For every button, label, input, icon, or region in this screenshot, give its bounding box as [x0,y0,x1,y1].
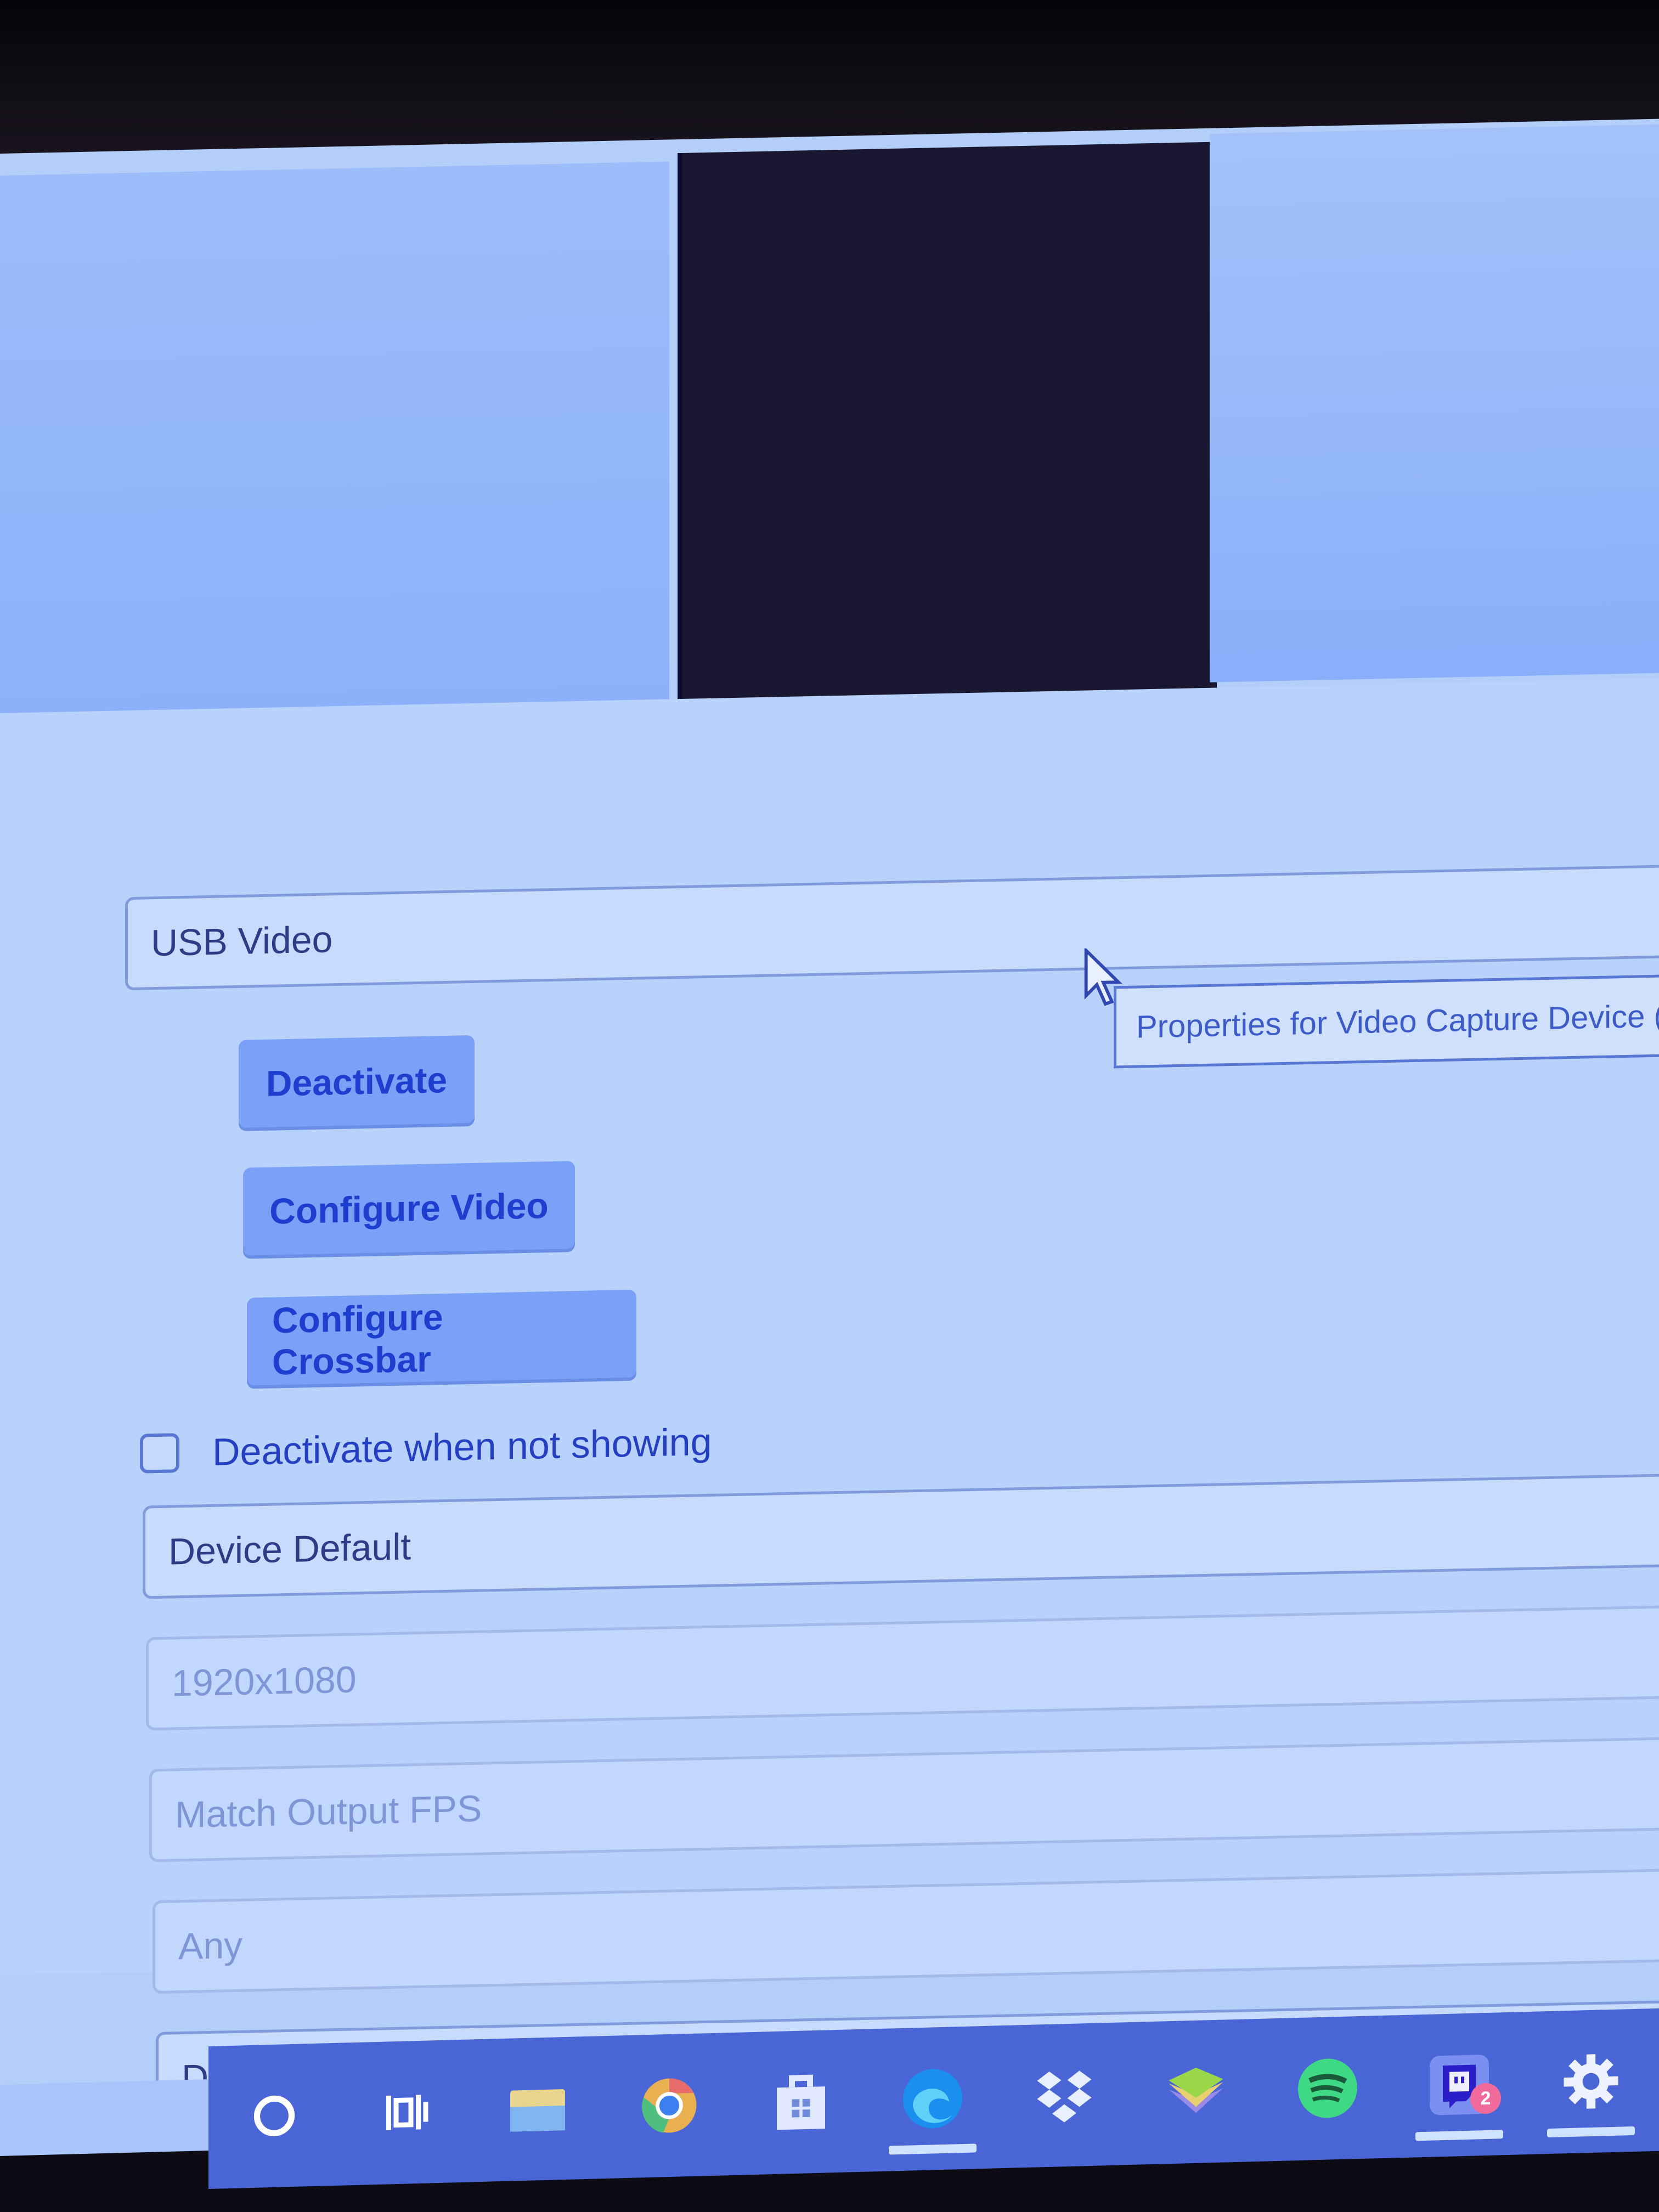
taskbar-file-explorer[interactable] [472,2052,603,2165]
store-icon [777,2074,825,2130]
deactivate-when-not-showing-checkbox[interactable] [140,1433,179,1474]
dropbox-icon [1037,2070,1092,2123]
taskbar-dropbox[interactable] [998,2039,1130,2152]
layers-icon [1169,2067,1223,2113]
chrome-icon [642,2078,697,2133]
preview-pane-left [0,161,669,725]
cortana-circle-icon [253,2095,295,2136]
edge-icon [903,2069,962,2129]
taskbar-settings[interactable] [1525,2025,1657,2138]
active-indicator [1547,2126,1635,2138]
deactivate-button[interactable]: Deactivate [239,1035,475,1128]
deactivate-when-not-showing-row[interactable]: Deactivate when not showing [140,1420,712,1476]
configure-crossbar-button-label: Configure Crossbar [272,1296,443,1383]
tooltip-text: Properties for Video Capture Device ( [1136,997,1659,1045]
deactivate-when-not-showing-label: Deactivate when not showing [212,1420,712,1474]
video-format-value: Any [178,1924,243,1968]
tooltip: Properties for Video Capture Device ( [1114,973,1659,1069]
notification-badge: 2 [1470,2083,1501,2114]
taskbar-chrome[interactable] [603,2049,735,2162]
taskbar-edge[interactable] [867,2042,998,2155]
resolution-type-value: Device Default [168,1526,411,1573]
taskbar-store[interactable] [735,2046,867,2159]
folder-icon [510,2089,565,2132]
taskbar-task-view[interactable] [340,2056,472,2169]
resolution-type-select[interactable]: Device Default [143,1472,1659,1599]
taskbar-spotify[interactable] [1262,2032,1393,2145]
fps-value: Match Output FPS [175,1787,482,1836]
task-view-icon [386,2095,428,2131]
taskbar-twitch[interactable]: 2 [1393,2028,1525,2141]
spotify-icon [1298,2058,1357,2118]
deactivate-button-label: Deactivate [266,1059,448,1104]
preview-pane-right [1210,124,1659,682]
gear-icon [1564,2054,1618,2109]
active-indicator [1415,2130,1503,2141]
screen: USB Video Deactivate Configure Video Con… [0,119,1659,2140]
video-format-select[interactable]: Any [153,1867,1659,1994]
preview-pane-center [678,142,1217,702]
configure-video-button-label: Configure Video [269,1185,549,1232]
resolution-value: 1920x1080 [172,1658,357,1705]
device-select-value: USB Video [151,918,333,964]
resolution-input[interactable]: 1920x1080 [146,1604,1659,1731]
properties-panel: USB Video Deactivate Configure Video Con… [0,678,1659,2126]
active-indicator [889,2143,977,2155]
fps-select[interactable]: Match Output FPS [149,1735,1659,1863]
taskbar-search[interactable] [208,2059,340,2172]
configure-crossbar-button[interactable]: Configure Crossbar [247,1289,636,1386]
configure-video-button[interactable]: Configure Video [243,1161,575,1256]
taskbar-bluestacks[interactable] [1130,2035,1262,2148]
device-select[interactable]: USB Video [125,864,1659,991]
